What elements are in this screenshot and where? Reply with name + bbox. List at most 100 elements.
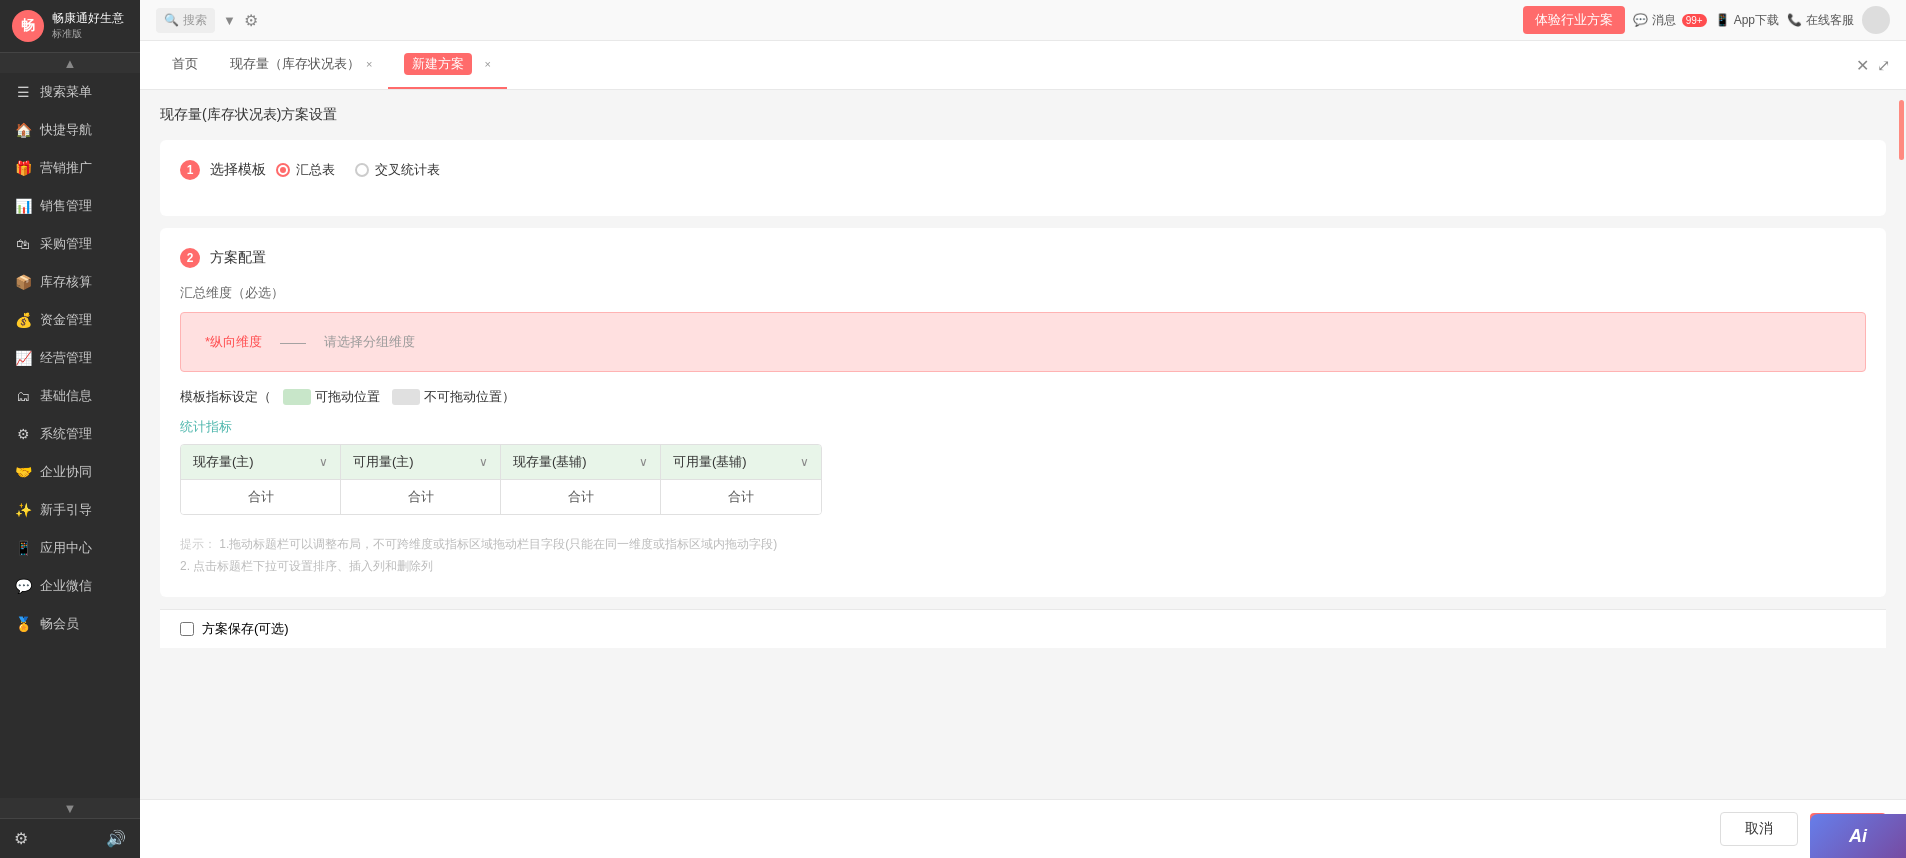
tab-new-plan-label: 新建方案 (404, 53, 472, 75)
indicator-settings-row: 模板指标设定（ 可拖动位置 不可拖动位置） (180, 388, 1866, 406)
sidebar-item-member[interactable]: 🏅 畅会员 (0, 605, 140, 643)
chart-icon: 📊 (14, 197, 32, 215)
sidebar-item-sales[interactable]: 📊 销售管理 (0, 187, 140, 225)
gift-icon: 🎁 (14, 159, 32, 177)
sidebar-item-purchase[interactable]: 🛍 采购管理 (0, 225, 140, 263)
stats-col-3[interactable]: 现存量(基辅) ∨ (501, 445, 661, 479)
app-download-button[interactable]: 📱 App下载 (1715, 12, 1779, 29)
stats-col-4[interactable]: 可用量(基辅) ∨ (661, 445, 821, 479)
mobile-icon: 📱 (14, 539, 32, 557)
stats-col-4-label: 可用量(基辅) (673, 453, 747, 471)
hint-item-1: 1.拖动标题栏可以调整布局，不可跨维度或指标区域拖动栏目字段(只能在同一维度或指… (219, 537, 777, 551)
tab-inventory-status[interactable]: 现存量（库存状况表） × (214, 43, 388, 87)
sidebar-item-enterprise[interactable]: 🤝 企业协同 (0, 453, 140, 491)
sidebar-item-label: 企业协同 (40, 463, 92, 481)
error-box: *纵向维度 —— 请选择分组维度 (180, 312, 1866, 372)
stats-col-3-label: 现存量(基辅) (513, 453, 587, 471)
step2-header: 2 方案配置 (180, 248, 1866, 268)
cancel-button[interactable]: 取消 (1720, 812, 1798, 846)
download-icon: 📱 (1715, 13, 1730, 27)
stats-col-2[interactable]: 可用量(主) ∨ (341, 445, 501, 479)
page-title: 现存量(库存状况表)方案设置 (160, 106, 1886, 124)
radio-summary-label: 汇总表 (296, 161, 335, 179)
sidebar-scroll-down[interactable]: ▼ (0, 798, 140, 818)
sidebar-item-system[interactable]: ⚙ 系统管理 (0, 415, 140, 453)
hints-box: 提示： 1.拖动标题栏可以调整布局，不可跨维度或指标区域拖动栏目字段(只能在同一… (180, 534, 1866, 577)
user-avatar[interactable] (1862, 6, 1890, 34)
sidebar-bottom: ⚙ 🔊 (0, 818, 140, 858)
tab-new-plan-close[interactable]: × (484, 58, 490, 70)
sidebar-item-label: 销售管理 (40, 197, 92, 215)
ai-float-button[interactable]: Ai (1810, 814, 1906, 858)
required-dimension-label: *纵向维度 (205, 333, 262, 351)
online-service-button[interactable]: 📞 在线客服 (1787, 12, 1854, 29)
topbar-search[interactable]: 🔍 搜索 (156, 8, 215, 33)
template-radio-group: 汇总表 交叉统计表 (276, 161, 440, 179)
draggable-label: 可拖动位置 (315, 388, 380, 406)
sidebar-item-operations[interactable]: 📈 经营管理 (0, 339, 140, 377)
audio-icon[interactable]: 🔊 (106, 829, 126, 848)
sidebar-item-wechat[interactable]: 💬 企业微信 (0, 567, 140, 605)
graph-icon: 📈 (14, 349, 32, 367)
sidebar-item-quick-nav[interactable]: 🏠 快捷导航 (0, 111, 140, 149)
tab-close-all-icon[interactable]: ✕ (1856, 56, 1869, 75)
hints-title: 提示： (180, 537, 216, 551)
sidebar-item-new-guide[interactable]: ✨ 新手引导 (0, 491, 140, 529)
trial-industry-button[interactable]: 体验行业方案 (1523, 6, 1625, 34)
stats-col-1[interactable]: 现存量(主) ∨ (181, 445, 341, 479)
tab-home[interactable]: 首页 (156, 43, 214, 87)
sidebar-item-inventory[interactable]: 📦 库存核算 (0, 263, 140, 301)
service-icon: 📞 (1787, 13, 1802, 27)
stats-col-3-chevron[interactable]: ∨ (639, 455, 648, 469)
save-row: 方案保存(可选) (160, 609, 1886, 648)
indicator-settings-prefix: 模板指标设定（ (180, 388, 271, 406)
sidebar-scroll-up[interactable]: ▲ (0, 53, 140, 73)
page-content: 现存量(库存状况表)方案设置 1 选择模板 汇总表 交叉统计表 (140, 90, 1906, 799)
radio-summary-circle (276, 163, 290, 177)
sidebar-item-base-info[interactable]: 🗂 基础信息 (0, 377, 140, 415)
sidebar-item-label: 企业微信 (40, 577, 92, 595)
radio-summary[interactable]: 汇总表 (276, 161, 335, 179)
message-button[interactable]: 💬 消息 99+ (1633, 12, 1707, 29)
tab-inventory-close[interactable]: × (366, 58, 372, 70)
sidebar-item-finance[interactable]: 💰 资金管理 (0, 301, 140, 339)
stats-section-title: 统计指标 (180, 418, 1866, 436)
stats-col-4-chevron[interactable]: ∨ (800, 455, 809, 469)
radio-cross[interactable]: 交叉统计表 (355, 161, 440, 179)
dimension-hint: 请选择分组维度 (324, 333, 415, 351)
sidebar-item-marketing[interactable]: 🎁 营销推广 (0, 149, 140, 187)
stats-cell-4: 合计 (661, 480, 821, 514)
draggable-indicator: 可拖动位置 (283, 388, 380, 406)
stats-col-1-chevron[interactable]: ∨ (319, 455, 328, 469)
sidebar-item-label: 库存核算 (40, 273, 92, 291)
search-placeholder: 搜索 (183, 12, 207, 29)
settings-icon[interactable]: ⚙ (14, 829, 28, 848)
gear-icon: ⚙ (14, 425, 32, 443)
sidebar-item-label: 资金管理 (40, 311, 92, 329)
step2-title: 方案配置 (210, 249, 266, 267)
topbar-dropdown-icon[interactable]: ▼ (223, 13, 236, 28)
home-icon: 🏠 (14, 121, 32, 139)
scroll-indicator (1899, 100, 1904, 160)
app-name: 畅康通好生意 (52, 11, 124, 27)
drag-box (283, 389, 311, 405)
settings-gear-icon[interactable]: ⚙ (244, 11, 258, 30)
sidebar-item-label: 搜索菜单 (40, 83, 92, 101)
save-checkbox[interactable] (180, 622, 194, 636)
sidebar-item-search-menu[interactable]: ☰ 搜索菜单 (0, 73, 140, 111)
stats-col-2-chevron[interactable]: ∨ (479, 455, 488, 469)
sidebar-item-app-center[interactable]: 📱 应用中心 (0, 529, 140, 567)
star-icon: ✨ (14, 501, 32, 519)
action-bar: 取消 查询 (140, 799, 1906, 858)
tab-new-plan[interactable]: 新建方案 × (388, 41, 506, 89)
money-icon: 💰 (14, 311, 32, 329)
logo-icon: 畅 (12, 10, 44, 42)
tab-expand-icon[interactable]: ⤢ (1877, 56, 1890, 75)
sidebar-item-label: 基础信息 (40, 387, 92, 405)
step2-badge: 2 (180, 248, 200, 268)
search-icon: 🔍 (164, 13, 179, 27)
summary-dimension-label: 汇总维度（必选） (180, 284, 1866, 302)
stats-table-row-1: 合计 合计 合计 合计 (181, 479, 821, 514)
hint-item-2: 2. 点击标题栏下拉可设置排序、插入列和删除列 (180, 559, 433, 573)
app-logo: 畅 畅康通好生意 标准版 (0, 0, 140, 53)
